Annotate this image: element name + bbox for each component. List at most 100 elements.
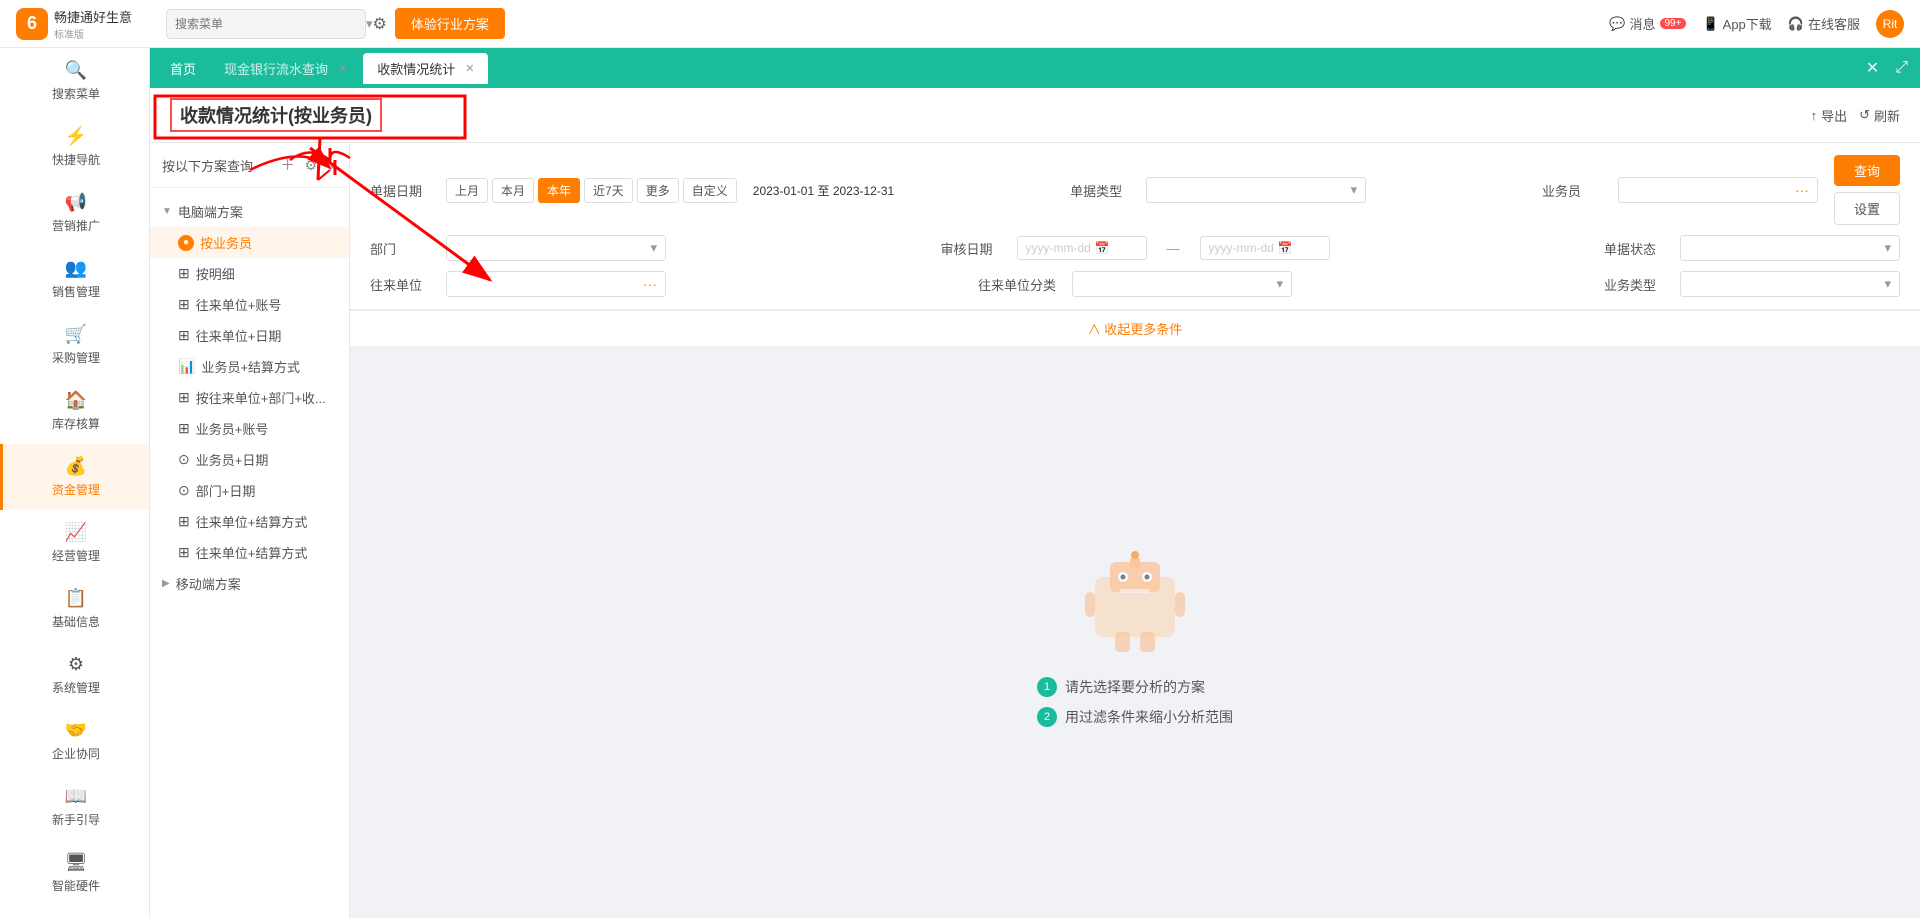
query-button[interactable]: 查询 (1834, 155, 1900, 186)
search-input[interactable] (166, 9, 366, 39)
sidebar-item-system[interactable]: ⚙ 系统管理 (0, 642, 149, 708)
date-buttons: 上月 本月 本年 近7天 更多 自定义 (446, 178, 737, 203)
voucher-status-label: 单据状态 (1604, 239, 1664, 258)
date-btn-custom[interactable]: 自定义 (683, 178, 737, 203)
left-panel: 按以下方案查询 ＋ ⚙ « ▼ 电脑端方案 ● 按业务员 (150, 143, 350, 918)
scheme-partner-account-label: 往来单位+账号 (196, 295, 282, 314)
sidebar-item-sales[interactable]: 👥 销售管理 (0, 246, 149, 312)
system-icon: ⚙ (68, 654, 84, 675)
sidebar-item-label: 智能硬件 (52, 877, 100, 894)
sidebar-item-operations[interactable]: 📈 经营管理 (0, 510, 149, 576)
collapse-bar[interactable]: ∧ 收起更多条件 (350, 310, 1920, 346)
partner-classify-select[interactable]: ▾ (1072, 271, 1292, 297)
partner-more-btn[interactable]: ··· (643, 276, 657, 292)
sidebar-item-inventory[interactable]: 🏠 库存核算 (0, 378, 149, 444)
tab-cashflow-label: 现金银行流水查询 (224, 59, 328, 78)
biz-type-select[interactable]: ▾ (1680, 271, 1900, 297)
user-avatar[interactable]: Rit (1876, 10, 1904, 38)
operations-icon: 📈 (65, 522, 87, 543)
salesman-select[interactable]: ··· (1618, 177, 1818, 203)
inventory-icon: 🏠 (65, 390, 87, 411)
tab-collection-close[interactable]: ✕ (465, 62, 474, 75)
close-tab-icon[interactable]: ✕ (1862, 54, 1883, 82)
main-layout: 🔍 搜索菜单 ⚡ 快捷导航 📢 营销推广 👥 销售管理 🛒 采购管理 🏠 库存核… (0, 48, 1920, 918)
voucher-status-chevron: ▾ (1884, 240, 1891, 256)
partner-select[interactable]: ··· (446, 271, 666, 297)
add-scheme-icon[interactable]: ＋ (279, 153, 297, 177)
scheme-partner-settlement1[interactable]: ⊞ 往来单位+结算方式 (150, 506, 349, 537)
sidebar-item-basic[interactable]: 📋 基础信息 (0, 576, 149, 642)
refresh-button[interactable]: ↺ 刷新 (1859, 106, 1900, 125)
dept-select[interactable]: ▾ (446, 235, 666, 261)
collapse-panel-icon[interactable]: « (325, 155, 337, 175)
scheme-salesman-icon: ● (178, 235, 194, 251)
scheme-salesman-account[interactable]: ⊞ 业务员+账号 (150, 413, 349, 444)
audit-date-from[interactable]: yyyy-mm-dd 📅 (1017, 236, 1147, 260)
date-btn-7days[interactable]: 近7天 (584, 178, 633, 203)
sidebar-item-search[interactable]: 🔍 搜索菜单 (0, 48, 149, 114)
scheme-setting-icon[interactable]: ⚙ (303, 155, 320, 176)
scheme-detail[interactable]: ⊞ 按明细 (150, 258, 349, 289)
date-btn-more[interactable]: 更多 (637, 178, 679, 203)
scheme-salesman-date[interactable]: ⊙ 业务员+日期 (150, 444, 349, 475)
export-label: 导出 (1821, 106, 1847, 125)
date-btn-lastmonth[interactable]: 上月 (446, 178, 488, 203)
left-panel-actions: ＋ ⚙ « (279, 153, 337, 177)
app-download-button[interactable]: 📱 App下载 (1702, 14, 1771, 33)
setting-button[interactable]: 设置 (1834, 192, 1900, 225)
gear-icon[interactable]: ⚙ (373, 14, 387, 34)
sidebar-item-wechat[interactable]: 💬 企业微信 (0, 906, 149, 918)
export-icon: ↑ (1811, 108, 1818, 123)
audit-date-to[interactable]: yyyy-mm-dd 📅 (1200, 236, 1330, 260)
scheme-dept-date[interactable]: ⊙ 部门+日期 (150, 475, 349, 506)
scheme-dept-date-label: 部门+日期 (196, 481, 256, 500)
main-content: 按以下方案查询 ＋ ⚙ « ▼ 电脑端方案 ● 按业务员 (150, 143, 1920, 918)
sidebar-item-purchase[interactable]: 🛒 采购管理 (0, 312, 149, 378)
voucher-status-select[interactable]: ▾ (1680, 235, 1900, 261)
empty-state-icon (1075, 537, 1195, 657)
scheme-partner-settlement1-label: 往来单位+结算方式 (196, 512, 308, 531)
date-btn-thismonth[interactable]: 本月 (492, 178, 534, 203)
refresh-icon: ↺ (1859, 107, 1870, 123)
scheme-partner-account[interactable]: ⊞ 往来单位+账号 (150, 289, 349, 320)
date-btn-thisyear[interactable]: 本年 (538, 178, 580, 203)
more-icon[interactable]: ··· (1795, 182, 1809, 198)
tab-collection[interactable]: 收款情况统计 ✕ (363, 53, 488, 84)
logo-icon: 6 (16, 8, 48, 40)
trial-button[interactable]: 体验行业方案 (395, 8, 505, 39)
scheme-salesman-settlement[interactable]: 📊 业务员+结算方式 (150, 351, 349, 382)
tip-text-1: 请先选择要分析的方案 (1065, 677, 1205, 697)
sidebar-item-marketing[interactable]: 📢 营销推广 (0, 180, 149, 246)
scheme-salesman[interactable]: ● 按业务员 (150, 227, 349, 258)
desktop-group[interactable]: ▼ 电脑端方案 (150, 196, 349, 227)
sidebar-item-finance[interactable]: 💰 资金管理 (0, 444, 149, 510)
online-service-button[interactable]: 🎧 在线客服 (1788, 14, 1860, 33)
scheme-salesman-account-label: 业务员+账号 (196, 419, 269, 438)
voucher-type-select[interactable]: ▾ (1146, 177, 1366, 203)
message-button[interactable]: 💬 消息 99+ (1609, 14, 1686, 33)
sidebar-item-label: 系统管理 (52, 679, 100, 696)
sidebar-item-collab[interactable]: 🤝 企业协同 (0, 708, 149, 774)
hardware-icon: 🖥 (65, 852, 88, 873)
sidebar-item-quicknav[interactable]: ⚡ 快捷导航 (0, 114, 149, 180)
scheme-partner-settlement2[interactable]: ⊞ 往来单位+结算方式 (150, 537, 349, 568)
maximize-icon[interactable]: ⤢ (1891, 55, 1912, 81)
service-icon: 🎧 (1788, 16, 1804, 32)
sidebar: 🔍 搜索菜单 ⚡ 快捷导航 📢 营销推广 👥 销售管理 🛒 采购管理 🏠 库存核… (0, 48, 150, 918)
partner-label: 往来单位 (370, 275, 430, 294)
mobile-group[interactable]: ▶ 移动端方案 (150, 568, 349, 599)
tab-collection-label: 收款情况统计 (377, 59, 455, 78)
sidebar-item-guide[interactable]: 📖 新手引导 (0, 774, 149, 840)
right-panel: 单据日期 上月 本月 本年 近7天 更多 自定义 2023-01-01 至 20… (350, 143, 1920, 918)
sidebar-item-hardware[interactable]: 🖥 智能硬件 (0, 840, 149, 906)
tab-cashflow[interactable]: 现金银行流水查询 ✕ (210, 53, 361, 84)
scheme-salesman-date-label: 业务员+日期 (196, 450, 269, 469)
tab-cashflow-close[interactable]: ✕ (338, 62, 347, 75)
scheme-detail-icon: ⊞ (178, 265, 190, 282)
scheme-partner-dept[interactable]: ⊞ 按往来单位+部门+收... (150, 382, 349, 413)
scheme-partner-date[interactable]: ⊞ 往来单位+日期 (150, 320, 349, 351)
top-header: 6 畅捷通好生意 标准版 ▾ ⚙ 体验行业方案 💬 消息 99+ 📱 App下载… (0, 0, 1920, 48)
export-button[interactable]: ↑ 导出 (1811, 106, 1848, 125)
tab-home[interactable]: 首页 (158, 53, 208, 84)
voucher-type-chevron: ▾ (1351, 182, 1358, 198)
